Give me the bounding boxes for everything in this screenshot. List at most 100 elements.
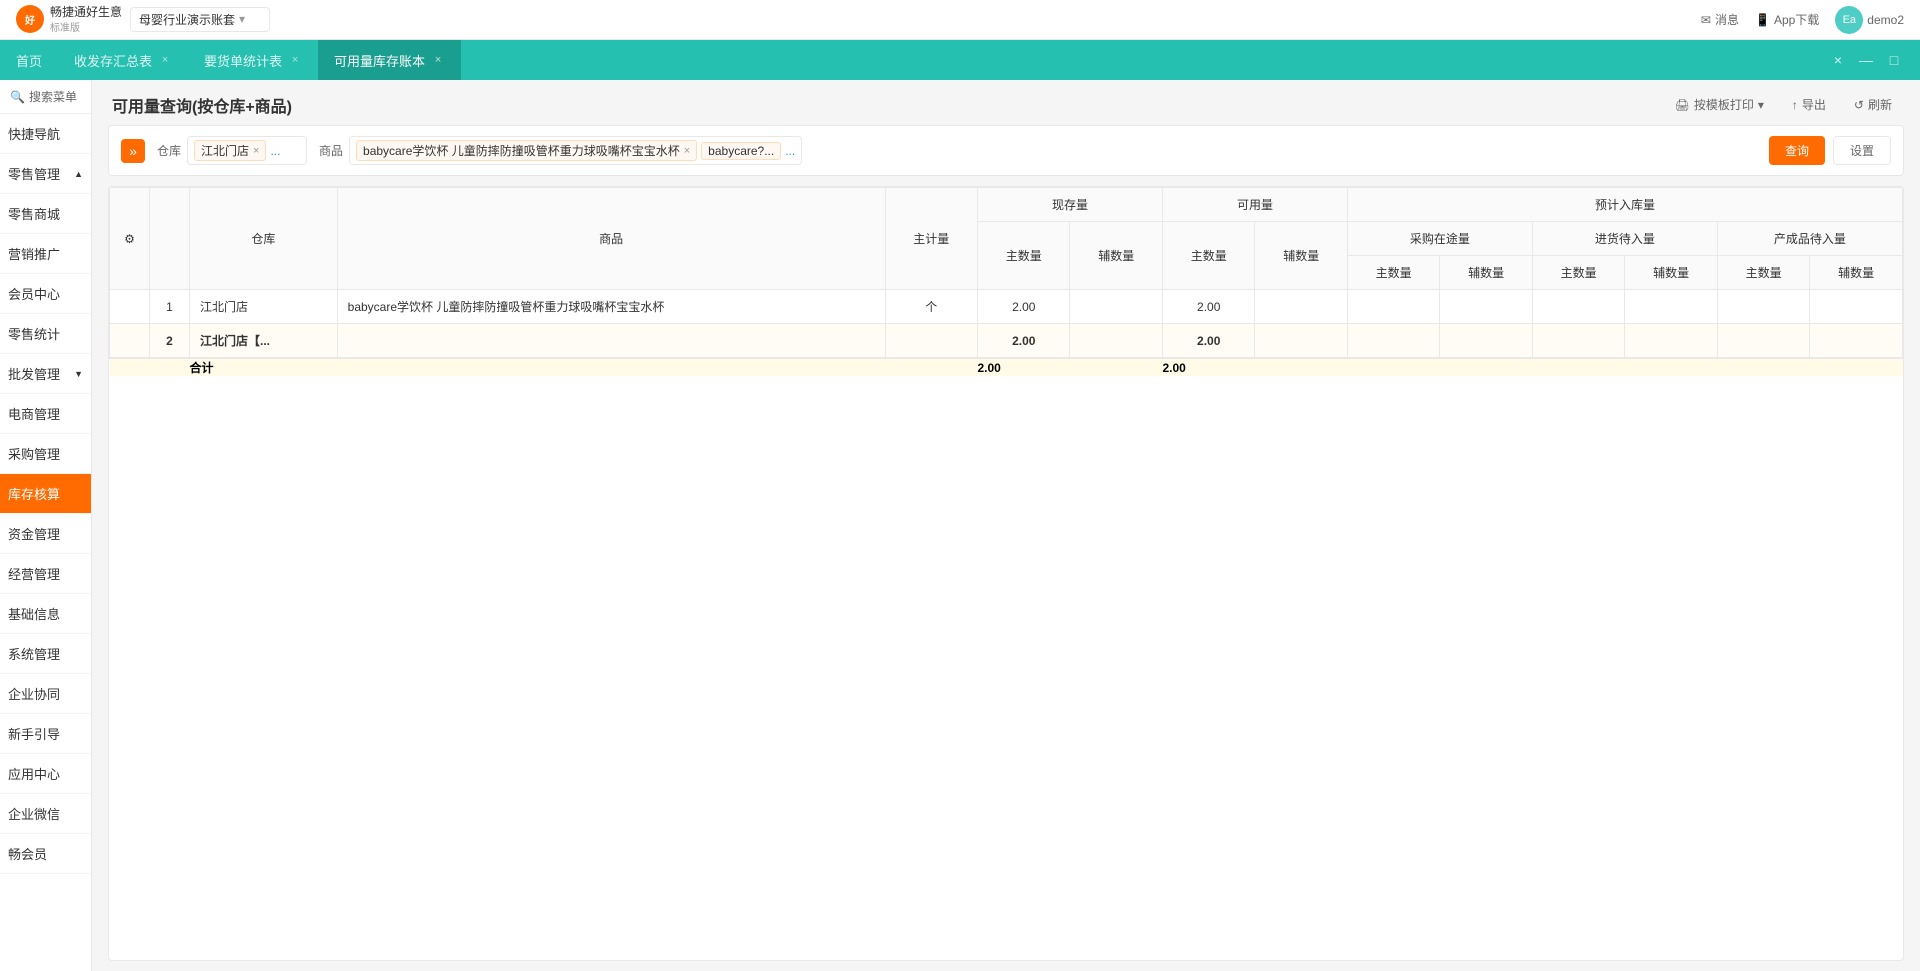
cell-no-2: 2 <box>150 324 190 359</box>
tab-order-stat[interactable]: 要货单统计表 × <box>188 40 318 80</box>
sidebar-item-inventory[interactable]: 库存核算 <box>0 474 91 514</box>
user-profile[interactable]: Ea demo2 <box>1835 6 1904 34</box>
page-title: 可用量查询(按仓库+商品) <box>112 93 292 117</box>
sidebar-item-newbie[interactable]: 新手引导 <box>0 714 91 754</box>
window-close-btn[interactable]: × <box>1828 50 1848 70</box>
sidebar-item-retail-stat[interactable]: 零售统计 <box>0 314 91 354</box>
warehouse-input[interactable]: 江北门店 × ... <box>187 136 307 165</box>
page-header: 可用量查询(按仓库+商品) 🖨 按模板打印 ▾ ↑ 导出 ↺ 刷新 <box>92 80 1920 125</box>
sidebar-item-member[interactable]: 会员中心 <box>0 274 91 314</box>
message-action[interactable]: ✉ 消息 <box>1701 11 1739 28</box>
search-menu-label: 搜索菜单 <box>29 88 77 105</box>
cell-pur-transit-sub-2 <box>1440 324 1532 359</box>
sidebar-item-marketing[interactable]: 营销推广 <box>0 234 91 274</box>
sidebar-item-ecommerce[interactable]: 电商管理 <box>0 394 91 434</box>
cell-prod-pending-main-1 <box>1717 290 1809 324</box>
col-available-sub-qty: 辅数量 <box>1255 222 1347 290</box>
sidebar-item-retail-mall[interactable]: 零售商城 <box>0 194 91 234</box>
col-estimated-in-group: 预计入库量 <box>1347 188 1902 222</box>
query-button[interactable]: 查询 <box>1769 136 1825 165</box>
product-tag-1-remove[interactable]: × <box>684 145 690 157</box>
tab-receive-close[interactable]: × <box>158 53 172 67</box>
sidebar-item-ops[interactable]: 经营管理 <box>0 554 91 594</box>
sidebar-item-member2[interactable]: 畅会员 <box>0 834 91 874</box>
main-layout: 🔍 搜索菜单 快捷导航 零售管理 零售商城 营销推广 会员中心 零售统计 批发管… <box>0 80 1920 971</box>
tab-available-stock-label: 可用量库存账本 <box>334 51 425 70</box>
setting-button[interactable]: 设置 <box>1833 136 1891 165</box>
col-incoming-pending-sub: 辅数量 <box>1625 256 1717 290</box>
cell-current-main-1: 2.00 <box>978 290 1070 324</box>
cell-avail-main-2: 2.00 <box>1162 324 1254 359</box>
filter-expand-btn[interactable]: » <box>121 139 145 163</box>
tab-available-stock-close[interactable]: × <box>431 53 445 67</box>
download-icon: 📱 <box>1755 13 1770 27</box>
col-incoming-pending-group: 进货待入量 <box>1532 222 1717 256</box>
col-current-stock-group: 现存量 <box>978 188 1163 222</box>
cell-product-2 <box>337 324 885 359</box>
print-chevron-icon: ▾ <box>1758 98 1764 112</box>
cell-inc-pending-main-1 <box>1532 290 1624 324</box>
tab-receive[interactable]: 收发存汇总表 × <box>58 40 188 80</box>
sidebar-item-basic[interactable]: 基础信息 <box>0 594 91 634</box>
sidebar-item-enterprise[interactable]: 企业协同 <box>0 674 91 714</box>
product-more[interactable]: ... <box>785 144 795 158</box>
search-menu[interactable]: 🔍 搜索菜单 <box>0 80 91 114</box>
logo-text: 畅捷通好生意 <box>50 5 122 19</box>
refresh-btn[interactable]: ↺ 刷新 <box>1846 92 1900 117</box>
col-current-main-qty: 主数量 <box>978 222 1070 290</box>
cell-current-main-2: 2.00 <box>978 324 1070 359</box>
col-available-group: 可用量 <box>1162 188 1347 222</box>
logo-icon: 好 <box>16 5 44 33</box>
tab-available-stock[interactable]: 可用量库存账本 × <box>318 40 461 80</box>
cell-no-1: 1 <box>150 290 190 324</box>
refresh-icon: ↺ <box>1854 98 1864 112</box>
footer-avail-main: 2.00 <box>1162 358 1254 376</box>
sidebar-item-retail[interactable]: 零售管理 <box>0 154 91 194</box>
table-settings-icon[interactable]: ⚙ <box>124 232 135 246</box>
col-purchase-in-transit-main: 主数量 <box>1347 256 1439 290</box>
tab-order-stat-close[interactable]: × <box>288 53 302 67</box>
industry-label: 母婴行业演示账套 <box>139 11 235 28</box>
sidebar-item-purchase[interactable]: 采购管理 <box>0 434 91 474</box>
app-download-action[interactable]: 📱 App下载 <box>1755 11 1819 28</box>
col-settings: ⚙ <box>110 188 150 290</box>
cell-prod-pending-main-2 <box>1717 324 1809 359</box>
print-template-btn[interactable]: 🖨 按模板打印 ▾ <box>1667 92 1772 117</box>
window-maximize-btn[interactable]: □ <box>1884 50 1904 70</box>
sidebar-item-finance[interactable]: 资金管理 <box>0 514 91 554</box>
export-icon: ↑ <box>1792 98 1798 112</box>
cell-settings <box>110 290 150 324</box>
sidebar-item-quick-nav[interactable]: 快捷导航 <box>0 114 91 154</box>
col-current-sub-qty: 辅数量 <box>1070 222 1162 290</box>
chevron-down-icon: ▾ <box>239 12 245 26</box>
cell-warehouse-2: 江北门店【... <box>190 324 338 359</box>
export-btn[interactable]: ↑ 导出 <box>1784 92 1834 117</box>
tab-home[interactable]: 首页 <box>0 40 58 80</box>
data-table: ⚙ 仓库 商品 主计量 现存量 可用量 预计入库量 主数量 辅数量 主数量 <box>109 187 1903 376</box>
sidebar: 🔍 搜索菜单 快捷导航 零售管理 零售商城 营销推广 会员中心 零售统计 批发管… <box>0 80 92 971</box>
sidebar-item-system[interactable]: 系统管理 <box>0 634 91 674</box>
sidebar-item-app-center[interactable]: 应用中心 <box>0 754 91 794</box>
sidebar-item-wechat[interactable]: 企业微信 <box>0 794 91 834</box>
content-area: 可用量查询(按仓库+商品) 🖨 按模板打印 ▾ ↑ 导出 ↺ 刷新 » <box>92 80 1920 971</box>
warehouse-tag-remove[interactable]: × <box>253 145 259 157</box>
message-label: 消息 <box>1715 11 1739 28</box>
message-icon: ✉ <box>1701 13 1711 27</box>
tab-order-stat-label: 要货单统计表 <box>204 51 282 70</box>
cell-inc-pending-sub-1 <box>1625 290 1717 324</box>
cell-current-sub-2 <box>1070 324 1162 359</box>
top-header: 好 畅捷通好生意 标准版 母婴行业演示账套 ▾ ✉ 消息 📱 App下载 Ea … <box>0 0 1920 40</box>
page-actions: 🖨 按模板打印 ▾ ↑ 导出 ↺ 刷新 <box>1667 92 1900 117</box>
header-right: ✉ 消息 📱 App下载 Ea demo2 <box>1701 6 1904 34</box>
window-minimize-btn[interactable]: — <box>1856 50 1876 70</box>
tab-home-label: 首页 <box>16 51 42 70</box>
product-input[interactable]: babycare学饮杯 儿童防摔防撞吸管杯重力球吸嘴杯宝宝水杯 × babyca… <box>349 136 802 165</box>
table-row: 2 江北门店【... 2.00 2.00 <box>110 324 1903 359</box>
user-name: demo2 <box>1867 13 1904 27</box>
sidebar-item-wholesale[interactable]: 批发管理 <box>0 354 91 394</box>
warehouse-more[interactable]: ... <box>270 144 280 158</box>
cell-settings-2 <box>110 324 150 359</box>
industry-selector[interactable]: 母婴行业演示账套 ▾ <box>130 7 270 32</box>
warehouse-label: 仓库 <box>157 142 181 159</box>
col-main-unit: 主计量 <box>885 188 977 290</box>
